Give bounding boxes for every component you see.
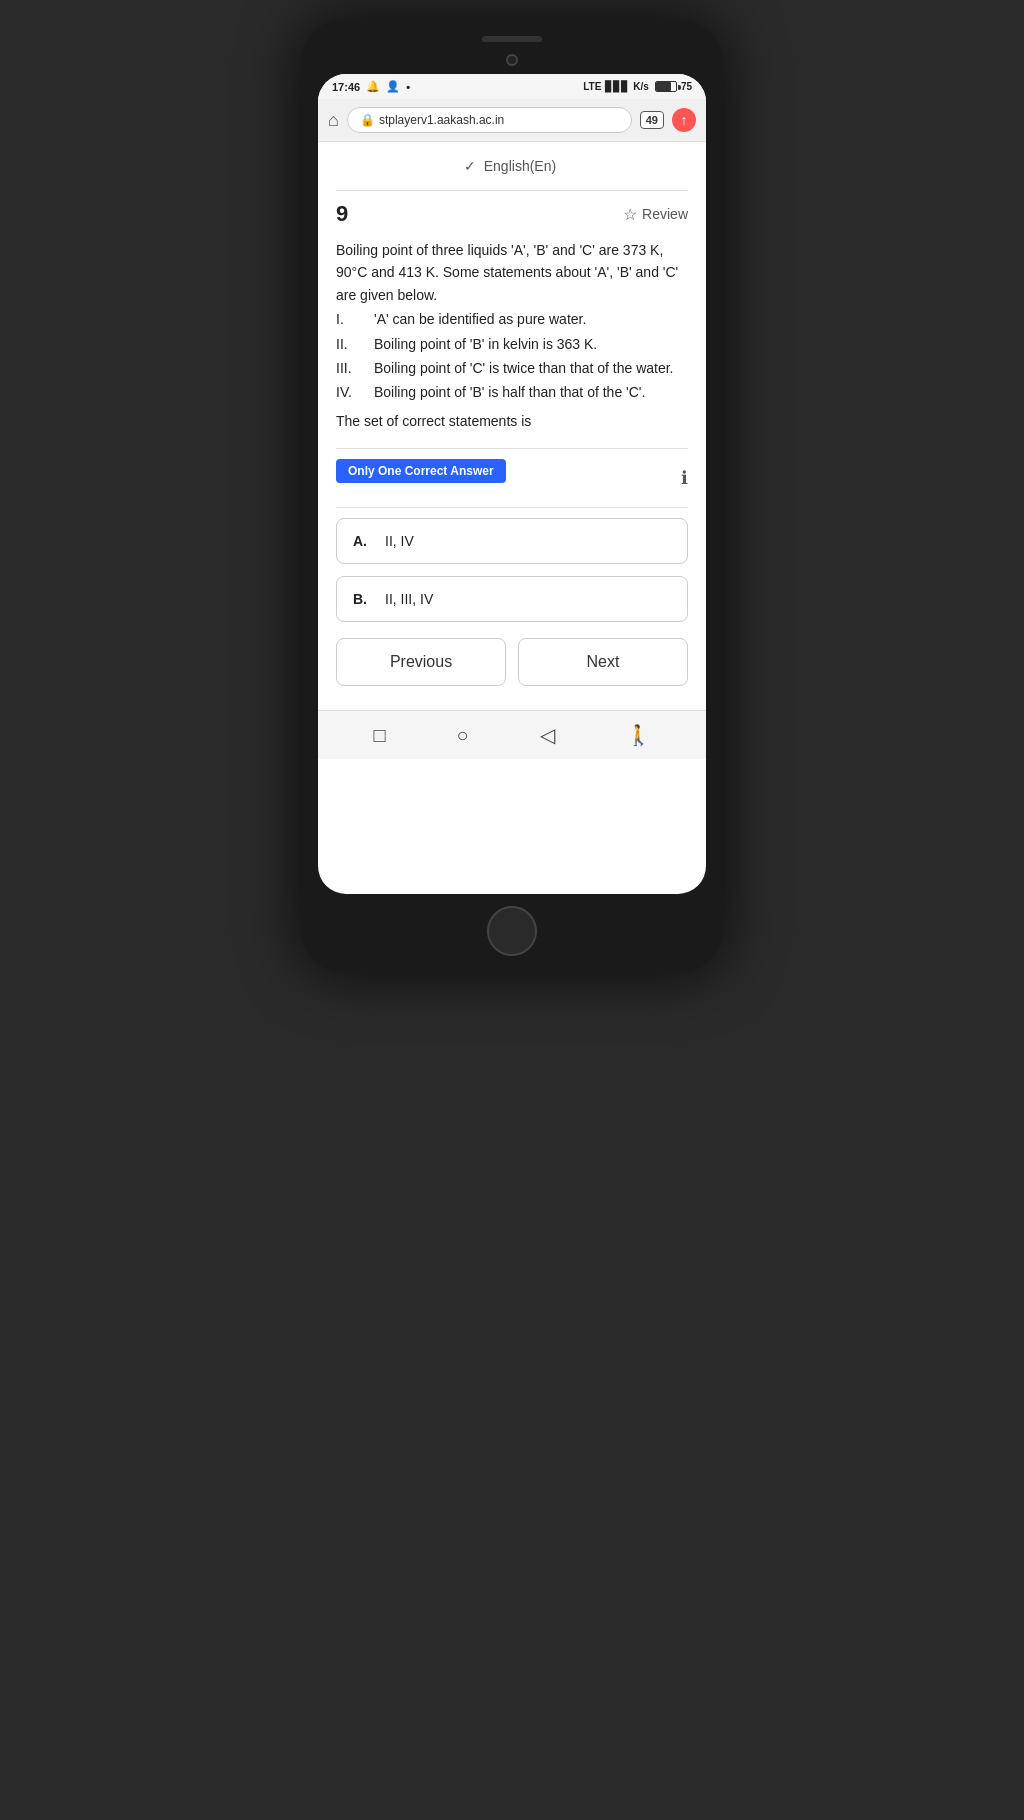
review-label: Review [642, 206, 688, 222]
reload-button[interactable]: ↑ [672, 108, 696, 132]
recent-apps-icon[interactable]: □ [373, 724, 385, 747]
statement-4: IV. Boiling point of 'B' is half than th… [336, 381, 688, 403]
statement-text-3: Boiling point of 'C' is twice than that … [374, 357, 674, 379]
person-icon: 👤 [386, 80, 400, 93]
phone-container: 17:46 🔔 👤 • LTE ▊▊▊ K/s 75 ⌂ 🔒 stplayerv… [302, 20, 722, 972]
statement-text-1: 'A' can be identified as pure water. [374, 308, 586, 330]
status-right: LTE ▊▊▊ K/s 75 [583, 81, 692, 92]
browser-bar: ⌂ 🔒 stplayerv1.aakash.ac.in 49 ↑ [318, 99, 706, 142]
network-type: LTE [583, 81, 601, 92]
statement-1: I. 'A' can be identified as pure water. [336, 308, 688, 330]
star-icon: ☆ [623, 205, 637, 224]
options-container: A. II, IV B. II, III, IV [336, 518, 688, 622]
options-divider [336, 507, 688, 508]
info-icon[interactable]: ℹ [681, 467, 688, 489]
content-area: ✓ English(En) 9 ☆ Review Boiling point o… [318, 142, 706, 710]
status-left: 17:46 🔔 👤 • [332, 80, 410, 93]
statement-num-3: III. [336, 357, 366, 379]
accessibility-icon[interactable]: 🚶 [626, 723, 651, 747]
status-bar: 17:46 🔔 👤 • LTE ▊▊▊ K/s 75 [318, 74, 706, 99]
previous-button[interactable]: Previous [336, 638, 506, 686]
phone-speaker [482, 36, 542, 42]
statement-2: II. Boiling point of 'B' in kelvin is 36… [336, 333, 688, 355]
statement-num-2: II. [336, 333, 366, 355]
question-header: 9 ☆ Review [336, 201, 688, 227]
language-label: English(En) [484, 158, 556, 174]
url-text: stplayerv1.aakash.ac.in [379, 113, 504, 127]
phone-home-button[interactable] [487, 906, 537, 956]
statement-text-4: Boiling point of 'B' is half than that o… [374, 381, 645, 403]
mid-divider [336, 448, 688, 449]
language-selector[interactable]: ✓ English(En) [336, 158, 688, 174]
top-divider [336, 190, 688, 191]
badge-label: Only One Correct Answer [348, 464, 494, 478]
badge-row: Only One Correct Answer ℹ [336, 459, 688, 497]
review-button[interactable]: ☆ Review [623, 205, 688, 224]
statement-text-2: Boiling point of 'B' in kelvin is 363 K. [374, 333, 597, 355]
phone-camera [506, 54, 518, 66]
battery-percent: 75 [681, 81, 692, 92]
dot-indicator: • [406, 81, 410, 93]
battery-icon [655, 81, 677, 92]
answer-type-badge: Only One Correct Answer [336, 459, 506, 483]
statement-num-4: IV. [336, 381, 366, 403]
data-speed: K/s [633, 81, 649, 92]
checkmark-icon: ✓ [464, 158, 476, 174]
home-nav-icon[interactable]: ○ [457, 724, 469, 747]
signal-bars: ▊▊▊ [605, 81, 629, 92]
home-icon[interactable]: ⌂ [328, 110, 339, 131]
option-b[interactable]: B. II, III, IV [336, 576, 688, 622]
notification-icon: 🔔 [366, 80, 380, 93]
phone-screen: 17:46 🔔 👤 • LTE ▊▊▊ K/s 75 ⌂ 🔒 stplayerv… [318, 74, 706, 894]
statement-3: III. Boiling point of 'C' is twice than … [336, 357, 688, 379]
tab-count-badge[interactable]: 49 [640, 111, 664, 129]
next-button[interactable]: Next [518, 638, 688, 686]
option-a[interactable]: A. II, IV [336, 518, 688, 564]
question-number: 9 [336, 201, 348, 227]
question-main-text: Boiling point of three liquids 'A', 'B' … [336, 239, 688, 306]
closing-text: The set of correct statements is [336, 410, 688, 432]
option-a-text: II, IV [385, 533, 414, 549]
navigation-row: Previous Next [336, 638, 688, 694]
question-text: Boiling point of three liquids 'A', 'B' … [336, 239, 688, 432]
option-a-label: A. [353, 533, 373, 549]
time-display: 17:46 [332, 81, 360, 93]
battery-fill [656, 82, 671, 91]
lock-icon: 🔒 [360, 113, 375, 127]
android-nav-bar: □ ○ ◁ 🚶 [318, 710, 706, 759]
url-bar[interactable]: 🔒 stplayerv1.aakash.ac.in [347, 107, 632, 133]
option-b-text: II, III, IV [385, 591, 433, 607]
option-b-label: B. [353, 591, 373, 607]
statement-num-1: I. [336, 308, 366, 330]
back-nav-icon[interactable]: ◁ [540, 723, 555, 747]
